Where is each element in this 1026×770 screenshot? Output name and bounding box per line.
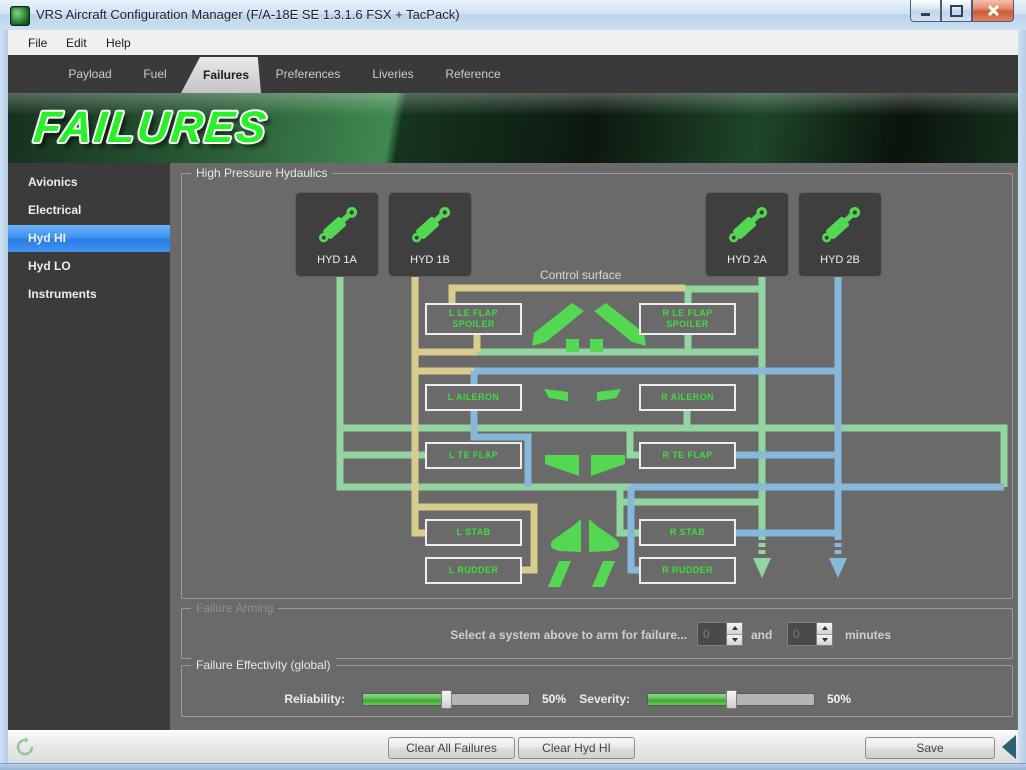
surface-box-l-rudder: L RUDDER xyxy=(425,557,522,584)
title-bar: VRS Aircraft Configuration Manager (F/A-… xyxy=(0,0,1026,31)
spin-down-icon xyxy=(731,637,738,642)
refresh-icon xyxy=(16,737,34,756)
tab-strip: Payload Fuel Failures Preferences Liveri… xyxy=(8,55,1018,93)
failure-arming-title: Failure Arming xyxy=(191,601,279,615)
surface-box-r-te-flap: R TE FLAP xyxy=(639,442,736,469)
severity-label: Severity: xyxy=(579,692,630,706)
surface-box-l-aileron: L AILERON xyxy=(425,384,522,411)
spin-up-icon xyxy=(821,626,828,631)
severity-slider-thumb[interactable] xyxy=(726,690,737,709)
sidebar: Avionics Electrical Hyd HI Hyd LO Instru… xyxy=(8,163,170,730)
hyd-2a-button[interactable]: HYD 2A xyxy=(705,192,789,277)
clear-hyd-hi-button[interactable]: Clear Hyd HI xyxy=(518,737,635,759)
hyd-2b-label: HYD 2B xyxy=(820,254,860,266)
spin-down-button[interactable] xyxy=(817,634,832,645)
arming-min-value[interactable]: 0 xyxy=(698,623,726,645)
control-surface-label: Control surface xyxy=(540,268,622,282)
hydraulic-cylinder-icon xyxy=(412,207,451,243)
tab-preferences[interactable]: Preferences xyxy=(263,55,353,93)
surface-box-l-te-flap: L TE FLAP xyxy=(425,442,522,469)
tab-fuel[interactable]: Fuel xyxy=(120,55,190,93)
hyd-2b-button[interactable]: HYD 2B xyxy=(798,192,882,277)
menu-item-help[interactable]: Help xyxy=(100,34,137,52)
page-banner: FAILURES xyxy=(8,93,1018,164)
hyd-1a-label: HYD 1A xyxy=(317,254,357,266)
surface-box-l-stab: L STAB xyxy=(425,519,522,546)
application-window: VRS Aircraft Configuration Manager (F/A-… xyxy=(0,0,1026,770)
page-title: FAILURES xyxy=(31,103,271,152)
tab-payload[interactable]: Payload xyxy=(50,55,130,93)
reliability-slider[interactable] xyxy=(362,690,530,709)
spin-down-icon xyxy=(821,637,828,642)
close-button[interactable] xyxy=(972,0,1014,22)
window-title: VRS Aircraft Configuration Manager (F/A-… xyxy=(36,7,460,22)
maximize-button[interactable] xyxy=(941,0,972,22)
surface-box-r-rudder: R RUDDER xyxy=(639,557,736,584)
hydraulic-cylinder-icon xyxy=(729,207,768,243)
sidebar-item-instruments[interactable]: Instruments xyxy=(8,281,170,308)
surface-box-l-le-flap-spoiler: L LE FLAP SPOILER xyxy=(425,303,522,335)
severity-value: 50% xyxy=(827,692,852,706)
arming-max-spinner[interactable]: 0 xyxy=(787,622,833,646)
hydraulic-cylinder-icon xyxy=(822,207,861,243)
window-frame-right xyxy=(1018,30,1026,763)
spin-up-button[interactable] xyxy=(817,623,832,635)
sidebar-item-hyd-lo[interactable]: Hyd LO xyxy=(8,253,170,280)
spin-down-button[interactable] xyxy=(727,634,742,645)
maximize-icon xyxy=(950,4,963,17)
menu-bar: File Edit Help xyxy=(8,30,1018,56)
save-button[interactable]: Save xyxy=(865,737,995,759)
sidebar-item-electrical[interactable]: Electrical xyxy=(8,197,170,224)
arming-minutes-label: minutes xyxy=(845,628,892,642)
nav-previous-icon[interactable] xyxy=(1002,735,1016,759)
tab-liveries[interactable]: Liveries xyxy=(348,55,438,93)
arming-and-label: and xyxy=(751,628,773,642)
arming-min-spinner[interactable]: 0 xyxy=(697,622,743,646)
surface-box-r-le-flap-spoiler: R LE FLAP SPOILER xyxy=(639,303,736,335)
window-frame-left xyxy=(0,30,8,763)
window-frame-bottom xyxy=(0,763,1026,770)
surface-box-r-aileron: R AILERON xyxy=(639,384,736,411)
severity-slider[interactable] xyxy=(647,690,815,709)
reliability-slider-thumb[interactable] xyxy=(441,690,452,709)
tab-reference[interactable]: Reference xyxy=(428,55,518,93)
hyd-2a-label: HYD 2A xyxy=(727,254,767,266)
hyd-1a-button[interactable]: HYD 1A xyxy=(295,192,379,277)
clear-all-failures-button[interactable]: Clear All Failures xyxy=(388,737,515,759)
footer-bar: Clear All Failures Clear Hyd HI Save xyxy=(8,730,1018,764)
arming-prompt: Select a system above to arm for failure… xyxy=(450,628,687,642)
sidebar-item-avionics[interactable]: Avionics xyxy=(8,169,170,196)
reliability-slider-fill xyxy=(363,694,446,705)
reliability-label: Reliability: xyxy=(284,692,345,706)
window-controls xyxy=(910,0,1014,22)
sidebar-item-hyd-hi[interactable]: Hyd HI xyxy=(8,225,170,252)
spin-up-button[interactable] xyxy=(727,623,742,635)
arming-max-value[interactable]: 0 xyxy=(788,623,816,645)
minimize-button[interactable] xyxy=(910,0,941,22)
tab-failures[interactable]: Failures xyxy=(181,57,261,93)
menu-item-edit[interactable]: Edit xyxy=(60,34,93,52)
severity-slider-fill xyxy=(648,694,731,705)
failure-effectivity-title: Failure Effectivity (global) xyxy=(191,658,336,672)
minimize-icon xyxy=(921,12,930,16)
failure-effectivity-group: Failure Effectivity (global) xyxy=(181,658,1013,717)
hyd-1b-label: HYD 1B xyxy=(410,254,450,266)
close-icon xyxy=(988,5,999,16)
hydraulic-cylinder-icon xyxy=(319,207,358,243)
spin-up-icon xyxy=(731,626,738,631)
group-title: High Pressure Hydaulics xyxy=(191,166,333,180)
app-icon xyxy=(10,6,30,26)
surface-box-r-stab: R STAB xyxy=(639,519,736,546)
hyd-1b-button[interactable]: HYD 1B xyxy=(388,192,472,277)
menu-item-file[interactable]: File xyxy=(22,34,53,52)
